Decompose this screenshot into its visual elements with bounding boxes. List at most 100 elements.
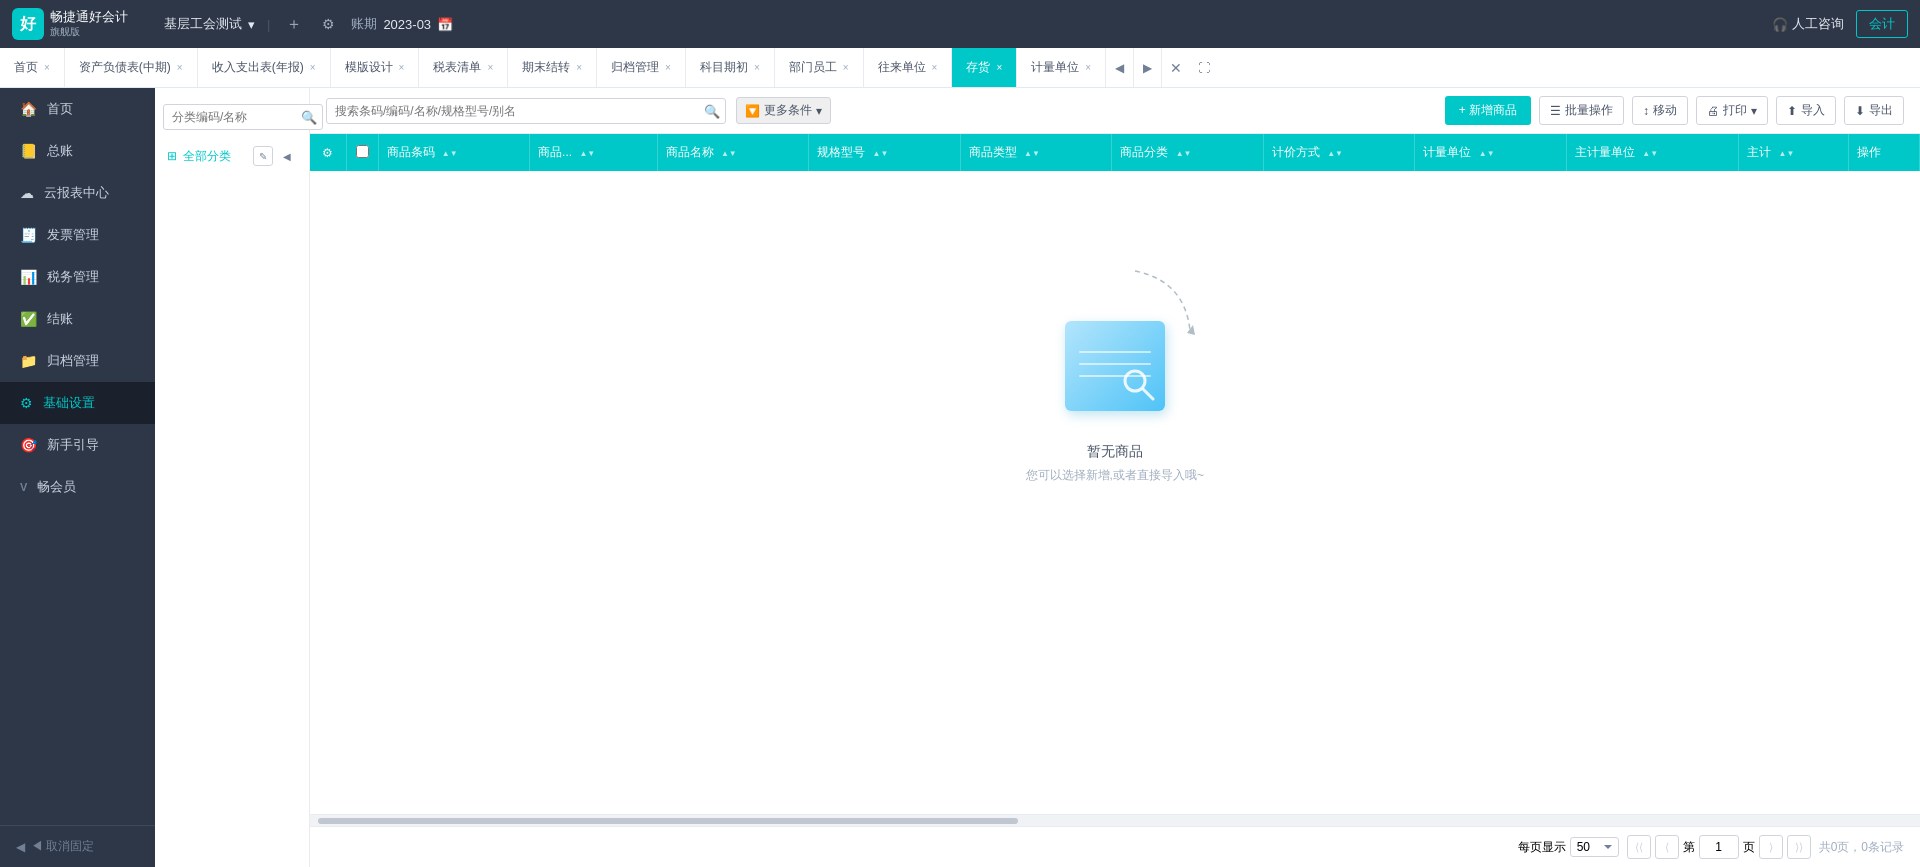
sidebar-item-report[interactable]: ☁ 云报表中心 <box>0 172 155 214</box>
move-button[interactable]: ↕ 移动 <box>1632 96 1688 125</box>
invoice-icon: 🧾 <box>20 227 37 243</box>
more-filter-label: 更多条件 <box>764 102 812 119</box>
print-button[interactable]: 🖨 打印 ▾ <box>1696 96 1768 125</box>
tax-icon: 📊 <box>20 269 37 285</box>
edit-category-button[interactable]: ✎ <box>253 146 273 166</box>
th-checkbox[interactable] <box>346 134 378 171</box>
next-page-button[interactable]: ⟩ <box>1759 835 1783 859</box>
add-tab-button[interactable]: ＋ <box>282 10 306 39</box>
tab-period-close-x[interactable]: × <box>576 62 582 73</box>
expand-tab-button[interactable]: ⛶ <box>1190 48 1218 87</box>
th-unit[interactable]: 计量单位 ▲▼ <box>1415 134 1567 171</box>
page-word-prefix: 第 <box>1683 839 1695 856</box>
tab-nav-prev[interactable]: ◀ <box>1106 48 1134 87</box>
tab-tax-close[interactable]: × <box>487 62 493 73</box>
tab-unit[interactable]: 计量单位 × <box>1017 48 1106 87</box>
tab-template-close[interactable]: × <box>399 62 405 73</box>
tab-nav-next[interactable]: ▶ <box>1134 48 1162 87</box>
tab-income-close[interactable]: × <box>310 62 316 73</box>
th-code[interactable]: 商品... ▲▼ <box>530 134 658 171</box>
sidebar-item-basic[interactable]: ⚙ 基础设置 <box>0 382 155 424</box>
horizontal-scrollbar[interactable] <box>310 814 1920 826</box>
th-price-method[interactable]: 计价方式 ▲▼ <box>1263 134 1415 171</box>
collapse-panel-button[interactable]: ◀ <box>277 146 297 166</box>
th-main-unit-label: 主计量单位 <box>1575 145 1635 159</box>
close-all-tabs-button[interactable]: ✕ <box>1162 48 1190 87</box>
th-main-unit[interactable]: 主计量单位 ▲▼ <box>1566 134 1738 171</box>
content-area: 🔍 ⊞ 全部分类 ✎ ◀ 🔍 <box>155 88 1920 867</box>
scrollbar-thumb[interactable] <box>318 818 1018 824</box>
tab-archive-close[interactable]: × <box>665 62 671 73</box>
category-search-input[interactable] <box>163 104 323 130</box>
tab-balance-close[interactable]: × <box>177 62 183 73</box>
batch-label: 批量操作 <box>1565 102 1613 119</box>
tab-dept-close[interactable]: × <box>843 62 849 73</box>
tab-period-close[interactable]: 期末结转 × <box>508 48 597 87</box>
tab-home-label: 首页 <box>14 59 38 76</box>
product-search-icon[interactable]: 🔍 <box>704 103 720 118</box>
batch-op-button[interactable]: ☰ 批量操作 <box>1539 96 1624 125</box>
tab-unit-close[interactable]: × <box>1085 62 1091 73</box>
sidebar-item-invoice[interactable]: 🧾 发票管理 <box>0 214 155 256</box>
unpin-label: ◀ 取消固定 <box>31 838 94 855</box>
export-button[interactable]: ⬇ 导出 <box>1844 96 1904 125</box>
sidebar-item-home[interactable]: 🏠 首页 <box>0 88 155 130</box>
tab-dept[interactable]: 部门员工 × <box>775 48 864 87</box>
sidebar-item-ledger[interactable]: 📒 总账 <box>0 130 155 172</box>
new-product-button[interactable]: + 新增商品 <box>1445 96 1531 125</box>
page-number-input[interactable] <box>1699 835 1739 859</box>
tab-inventory-close[interactable]: × <box>996 62 1002 73</box>
tab-home[interactable]: 首页 × <box>0 48 65 87</box>
tab-balance[interactable]: 资产负债表(中期) × <box>65 48 198 87</box>
import-button[interactable]: ⬆ 导入 <box>1776 96 1836 125</box>
prev-page-button[interactable]: ⟨ <box>1655 835 1679 859</box>
th-type[interactable]: 商品类型 ▲▼ <box>960 134 1112 171</box>
account-button[interactable]: 会计 <box>1856 10 1908 38</box>
select-all-checkbox[interactable] <box>356 145 369 158</box>
th-price-method-label: 计价方式 <box>1272 145 1320 159</box>
tab-tax[interactable]: 税表清单 × <box>419 48 508 87</box>
th-spec[interactable]: 规格型号 ▲▼ <box>809 134 961 171</box>
unpin-button[interactable]: ◀ ◀ 取消固定 <box>0 825 155 867</box>
th-settings[interactable]: ⚙ <box>310 134 346 171</box>
sidebar-label-member: 畅会员 <box>37 478 76 496</box>
tab-contact[interactable]: 往来单位 × <box>864 48 953 87</box>
first-page-button[interactable]: ⟨⟨ <box>1627 835 1651 859</box>
tab-bar: 首页 × 资产负债表(中期) × 收入支出表(年报) × 模版设计 × 税表清单… <box>0 48 1920 88</box>
sidebar-label-basic: 基础设置 <box>43 394 95 412</box>
th-barcode[interactable]: 商品条码 ▲▼ <box>378 134 530 171</box>
company-selector[interactable]: 基层工会测试 ▾ <box>164 15 255 33</box>
sort-price-icon: ▲▼ <box>1327 149 1343 158</box>
tab-contact-close[interactable]: × <box>932 62 938 73</box>
category-search-icon[interactable]: 🔍 <box>301 110 317 125</box>
tab-subject[interactable]: 科目期初 × <box>686 48 775 87</box>
th-name[interactable]: 商品名称 ▲▼ <box>657 134 809 171</box>
sidebar-item-close[interactable]: ✅ 结账 <box>0 298 155 340</box>
svg-line-2 <box>1143 389 1153 399</box>
th-action: 操作 <box>1849 134 1920 171</box>
page-size-dropdown[interactable]: 20 50 100 200 <box>1570 837 1619 857</box>
pagination-bar: 每页显示 20 50 100 200 ⟨⟨ ⟨ 第 页 <box>310 826 1920 867</box>
tab-inventory-label: 存货 <box>966 59 990 76</box>
tab-subject-close[interactable]: × <box>754 62 760 73</box>
tab-income[interactable]: 收入支出表(年报) × <box>198 48 331 87</box>
tab-template[interactable]: 模版设计 × <box>331 48 420 87</box>
import-label: 导入 <box>1801 102 1825 119</box>
tab-home-close[interactable]: × <box>44 62 50 73</box>
more-filter-button[interactable]: 🔽 更多条件 ▾ <box>736 97 831 124</box>
all-category-item[interactable]: ⊞ 全部分类 ✎ ◀ <box>155 138 309 174</box>
product-search-input[interactable] <box>326 98 726 124</box>
sidebar-item-tax[interactable]: 📊 税务管理 <box>0 256 155 298</box>
sidebar-item-guide[interactable]: 🎯 新手引导 <box>0 424 155 466</box>
tab-inventory[interactable]: 存货 × <box>952 48 1017 87</box>
calendar-icon[interactable]: 📅 <box>437 17 453 32</box>
tab-archive[interactable]: 归档管理 × <box>597 48 686 87</box>
th-main[interactable]: 主计 ▲▼ <box>1739 134 1849 171</box>
sidebar-item-member[interactable]: V 畅会员 <box>0 466 155 508</box>
th-category[interactable]: 商品分类 ▲▼ <box>1112 134 1264 171</box>
consult-button[interactable]: 🎧 人工咨询 <box>1772 15 1844 33</box>
settings-button[interactable]: ⚙ <box>318 12 339 36</box>
th-spec-label: 规格型号 <box>817 145 865 159</box>
sidebar-item-archive[interactable]: 📁 归档管理 <box>0 340 155 382</box>
last-page-button[interactable]: ⟩⟩ <box>1787 835 1811 859</box>
